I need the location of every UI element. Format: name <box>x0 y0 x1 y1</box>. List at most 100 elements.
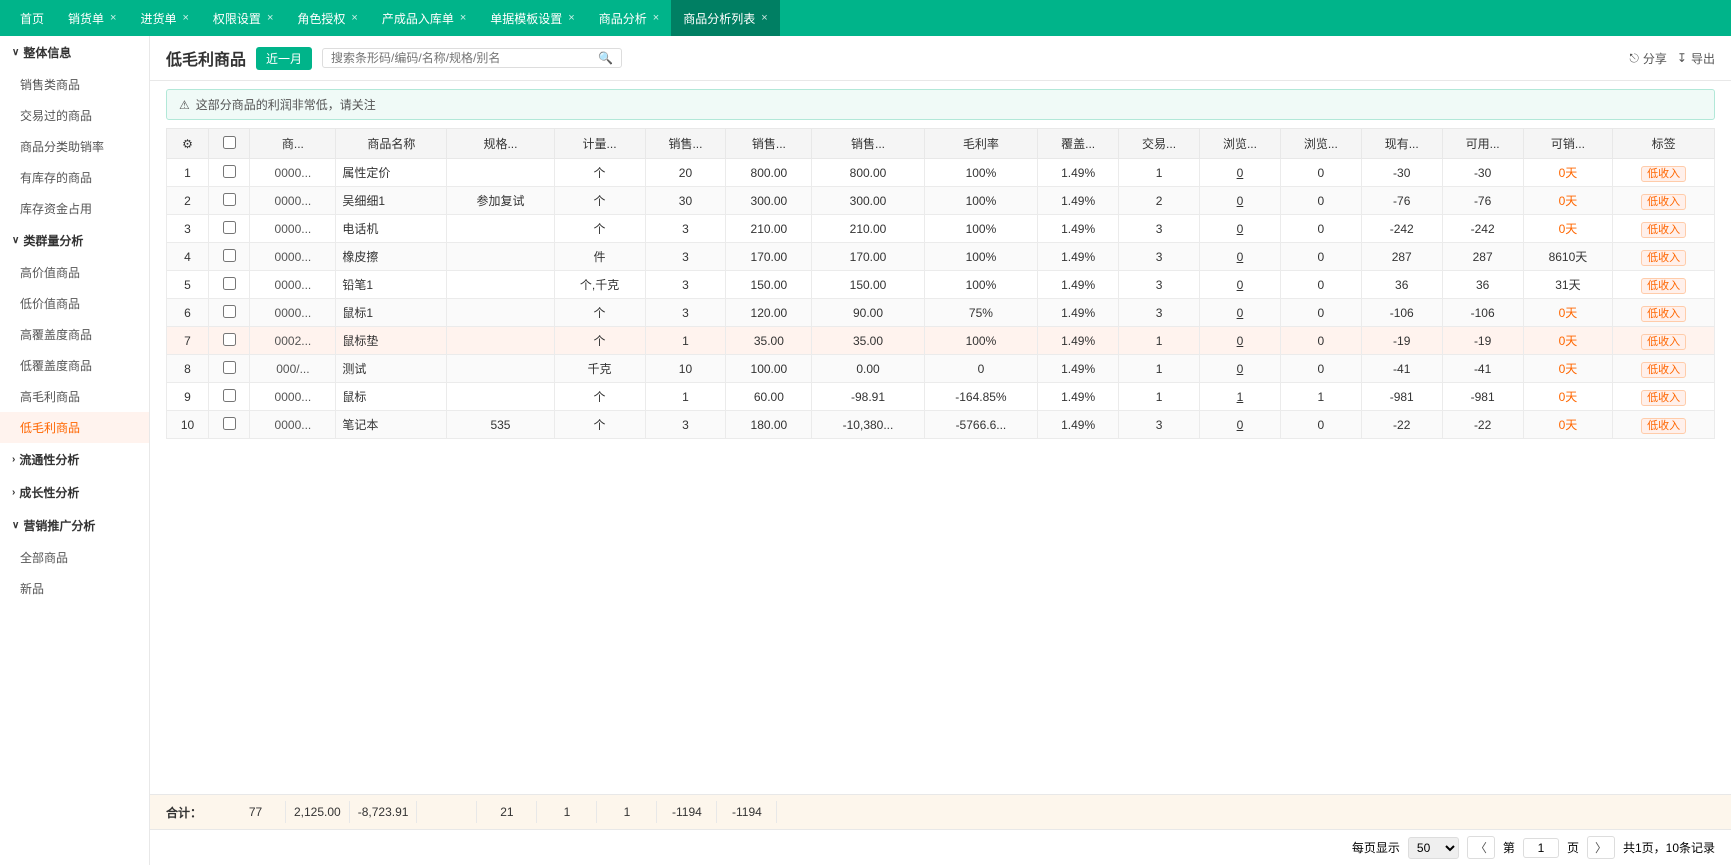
row-checkbox[interactable] <box>209 159 250 187</box>
close-icon[interactable]: × <box>568 12 574 24</box>
export-button[interactable]: ↧ 导出 <box>1677 50 1715 67</box>
search-icon[interactable]: 🔍 <box>598 51 613 65</box>
col-checkbox[interactable] <box>209 129 250 159</box>
row-sales-qty: 10 <box>645 355 726 383</box>
row-name[interactable]: 测试 <box>336 355 447 383</box>
row-name[interactable]: 吴细细1 <box>336 187 447 215</box>
row-checkbox[interactable] <box>209 411 250 439</box>
row-checkbox[interactable] <box>209 383 250 411</box>
sidebar-item-traded-products[interactable]: 交易过的商品 <box>0 100 149 131</box>
close-icon[interactable]: × <box>110 12 116 24</box>
row-code: 0000... <box>250 215 336 243</box>
table-row: 4 0000... 橡皮擦 件 3 170.00 170.00 100% 1.4… <box>167 243 1715 271</box>
row-sales-amount: 800.00 <box>812 159 924 187</box>
row-view1[interactable]: 0 <box>1200 327 1281 355</box>
nav-purchase-order[interactable]: 进货单 × <box>128 0 200 36</box>
sidebar-item-stock-capital[interactable]: 库存资金占用 <box>0 193 149 224</box>
row-view1[interactable]: 0 <box>1200 271 1281 299</box>
sidebar-group-circulation[interactable]: › 流通性分析 <box>0 443 149 476</box>
row-view2: 0 <box>1280 271 1361 299</box>
nav-product-analysis-list[interactable]: 商品分析列表 × <box>671 0 779 36</box>
row-checkbox[interactable] <box>209 187 250 215</box>
close-icon[interactable]: × <box>182 12 188 24</box>
row-view1[interactable]: 1 <box>1200 383 1281 411</box>
row-spec: 535 <box>447 411 554 439</box>
row-coverage: 1.49% <box>1038 159 1119 187</box>
col-margin-rate: 毛利率 <box>924 129 1038 159</box>
row-name[interactable]: 鼠标垫 <box>336 327 447 355</box>
sidebar-item-new-products[interactable]: 新品 <box>0 573 149 604</box>
row-tag: 低收入 <box>1613 187 1715 215</box>
row-name[interactable]: 鼠标1 <box>336 299 447 327</box>
sidebar-item-category-rate[interactable]: 商品分类助销率 <box>0 131 149 162</box>
row-view1[interactable]: 0 <box>1200 355 1281 383</box>
row-saleable-days: 0天 <box>1523 299 1613 327</box>
next-page-button[interactable]: 〉 <box>1587 836 1615 859</box>
footer-available-stock: -1194 <box>717 801 777 823</box>
row-name[interactable]: 橡皮擦 <box>336 243 447 271</box>
sidebar-item-low-value[interactable]: 低价值商品 <box>0 288 149 319</box>
sidebar-group-cluster[interactable]: ∨ 类群量分析 <box>0 224 149 257</box>
col-sales-amount: 销售... <box>812 129 924 159</box>
sidebar-item-sales-products[interactable]: 销售类商品 <box>0 69 149 100</box>
row-checkbox[interactable] <box>209 243 250 271</box>
close-icon[interactable]: × <box>460 12 466 24</box>
row-view1[interactable]: 0 <box>1200 187 1281 215</box>
row-checkbox[interactable] <box>209 355 250 383</box>
row-checkbox[interactable] <box>209 327 250 355</box>
row-view1[interactable]: 0 <box>1200 243 1281 271</box>
sidebar-group-marketing[interactable]: ∨ 营销推广分析 <box>0 509 149 542</box>
nav-template-settings[interactable]: 单据模板设置 × <box>478 0 586 36</box>
row-view1[interactable]: 0 <box>1200 299 1281 327</box>
row-current-stock: 287 <box>1361 243 1442 271</box>
sidebar-item-high-margin[interactable]: 高毛利商品 <box>0 381 149 412</box>
page-title: 低毛利商品 <box>166 46 246 70</box>
row-name[interactable]: 属性定价 <box>336 159 447 187</box>
row-unit: 个 <box>554 327 645 355</box>
row-tag: 低收入 <box>1613 327 1715 355</box>
sidebar-group-overall[interactable]: ∨ 整体信息 <box>0 36 149 69</box>
per-page-select[interactable]: 50 100 200 <box>1408 837 1459 859</box>
row-name[interactable]: 笔记本 <box>336 411 447 439</box>
row-view2: 1 <box>1280 383 1361 411</box>
nav-home[interactable]: 首页 <box>8 0 56 36</box>
row-name[interactable]: 电话机 <box>336 215 447 243</box>
row-code: 0000... <box>250 159 336 187</box>
nav-permissions[interactable]: 权限设置 × <box>201 0 285 36</box>
sidebar-item-all-products[interactable]: 全部商品 <box>0 542 149 573</box>
row-view1[interactable]: 0 <box>1200 411 1281 439</box>
sidebar-item-low-margin[interactable]: 低毛利商品 <box>0 412 149 443</box>
close-icon[interactable]: × <box>351 12 357 24</box>
filter-recent-month-button[interactable]: 近一月 <box>256 47 312 70</box>
nav-product-storage[interactable]: 产成品入库单 × <box>370 0 478 36</box>
sidebar-item-low-coverage[interactable]: 低覆盖度商品 <box>0 350 149 381</box>
row-tag: 低收入 <box>1613 271 1715 299</box>
close-icon[interactable]: × <box>761 12 767 24</box>
select-all-checkbox[interactable] <box>223 136 236 149</box>
sidebar-group-growth[interactable]: › 成长性分析 <box>0 476 149 509</box>
row-checkbox[interactable] <box>209 299 250 327</box>
nav-role-auth[interactable]: 角色授权 × <box>285 0 369 36</box>
row-name[interactable]: 鼠标 <box>336 383 447 411</box>
close-icon[interactable]: × <box>267 12 273 24</box>
col-settings[interactable]: ⚙ <box>167 129 209 159</box>
close-icon[interactable]: × <box>653 12 659 24</box>
notice-bar: ⚠ 这部分商品的利润非常低，请关注 <box>166 89 1715 120</box>
row-checkbox[interactable] <box>209 215 250 243</box>
search-input[interactable] <box>331 51 598 65</box>
prev-page-button[interactable]: 〈 <box>1467 836 1495 859</box>
page-number-input[interactable] <box>1523 838 1559 858</box>
row-view1[interactable]: 0 <box>1200 159 1281 187</box>
sidebar-item-high-coverage[interactable]: 高覆盖度商品 <box>0 319 149 350</box>
row-view1[interactable]: 0 <box>1200 215 1281 243</box>
row-checkbox[interactable] <box>209 271 250 299</box>
row-sales-qty: 3 <box>645 243 726 271</box>
row-sales-qty: 3 <box>645 271 726 299</box>
nav-product-analysis[interactable]: 商品分析 × <box>587 0 671 36</box>
share-button[interactable]: ⎋ 分享 <box>1629 50 1667 67</box>
nav-sales-order[interactable]: 销货单 × <box>56 0 128 36</box>
sidebar-item-high-value[interactable]: 高价值商品 <box>0 257 149 288</box>
row-name[interactable]: 铅笔1 <box>336 271 447 299</box>
row-sales-price: 100.00 <box>726 355 812 383</box>
sidebar-item-stocked-products[interactable]: 有库存的商品 <box>0 162 149 193</box>
